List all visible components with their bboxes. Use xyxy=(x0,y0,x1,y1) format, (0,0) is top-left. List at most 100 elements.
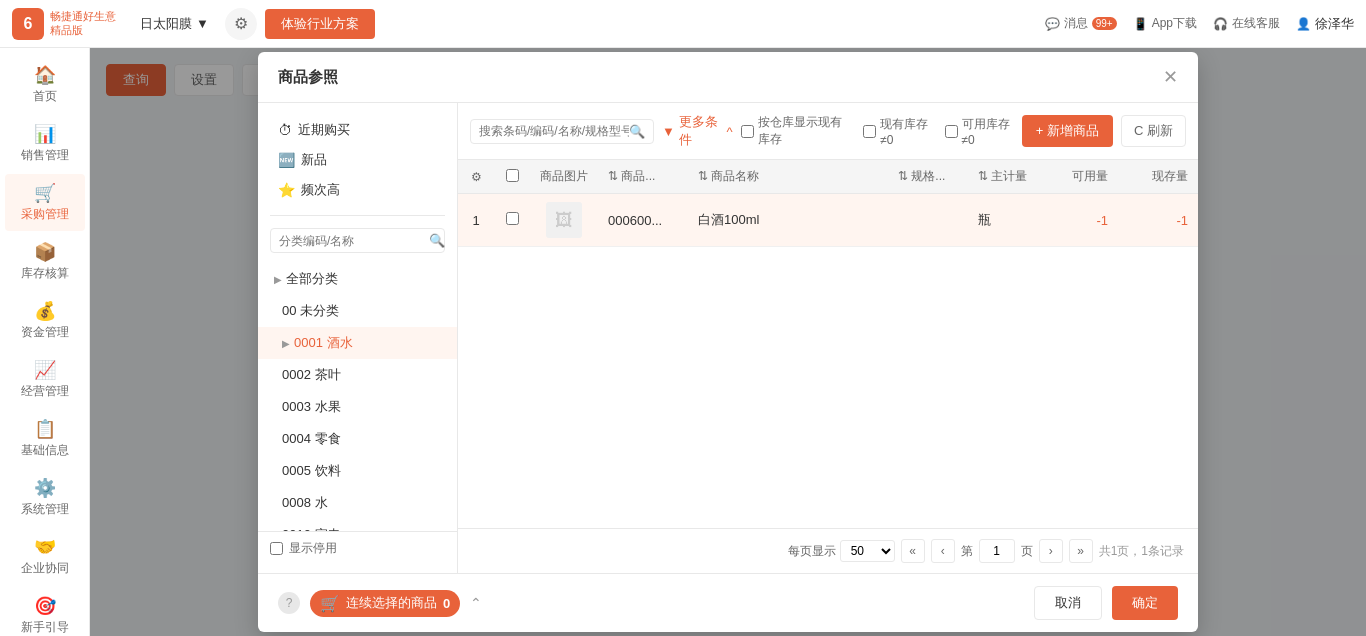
category-fruit[interactable]: 0003 水果 xyxy=(258,391,457,423)
product-reference-dialog: 商品参照 ✕ ⏱ 近期购买 🆕 新 xyxy=(258,52,1198,632)
app-download-nav-item[interactable]: 📱 App下载 xyxy=(1133,15,1197,32)
show-disabled-label: 显示停用 xyxy=(289,540,337,557)
store-selector[interactable]: 日太阳膜 ▼ xyxy=(132,11,217,37)
operations-icon: 📈 xyxy=(34,359,56,381)
category-beverage[interactable]: 0005 饮料 xyxy=(258,455,457,487)
col-settings: ⚙ xyxy=(458,160,494,194)
dialog-close-button[interactable]: ✕ xyxy=(1163,66,1178,88)
sidebar-item-finance[interactable]: 💰 资金管理 xyxy=(5,292,85,349)
search-input-wrap: 🔍 xyxy=(470,119,654,144)
basic-info-icon: 📋 xyxy=(34,418,56,440)
available-checkbox[interactable] xyxy=(863,125,876,138)
page-size-select[interactable]: 50 100 200 xyxy=(840,540,895,562)
select-all-checkbox[interactable] xyxy=(506,169,519,182)
usable-label: 可用库存≠0 xyxy=(962,116,1014,147)
usable-checkbox[interactable] xyxy=(945,125,958,138)
sidebar-item-sales[interactable]: 📊 销售管理 xyxy=(5,115,85,172)
show-disabled-checkbox[interactable] xyxy=(270,542,283,555)
quick-high-frequency[interactable]: ⭐ 频次高 xyxy=(270,175,445,205)
dialog-header: 商品参照 ✕ xyxy=(258,52,1198,103)
col-name-header[interactable]: ⇅ 商品名称 xyxy=(688,160,888,194)
page-size-wrap: 每页显示 50 100 200 xyxy=(788,540,895,562)
messages-nav-item[interactable]: 💬 消息 99+ xyxy=(1045,15,1117,32)
category-search-icon: 🔍 xyxy=(429,233,445,248)
sidebar-label-enterprise: 企业协同 xyxy=(21,560,69,577)
search-bar: 🔍 ▼ 更多条件 ^ 按仓库显示现有库存 xyxy=(458,103,1198,160)
phone-icon: 📱 xyxy=(1133,17,1148,31)
row-code-cell: 000600... xyxy=(598,194,688,247)
category-unclassified-label: 00 未分类 xyxy=(282,302,339,320)
category-water[interactable]: 0008 水 xyxy=(258,487,457,519)
category-tea[interactable]: 0002 茶叶 xyxy=(258,359,457,391)
sidebar-label-purchase: 采购管理 xyxy=(21,206,69,223)
row-index: 1 xyxy=(458,194,494,247)
prev-page-button[interactable]: ‹ xyxy=(931,539,955,563)
page-unit: 页 xyxy=(1021,543,1033,560)
category-unclassified[interactable]: 00 未分类 xyxy=(258,295,457,327)
col-code-header[interactable]: ⇅ 商品... xyxy=(598,160,688,194)
trial-button[interactable]: 体验行业方案 xyxy=(265,9,375,39)
warehouse-filter[interactable]: 按仓库显示现有库存 xyxy=(741,114,852,148)
category-search-wrap: 🔍 xyxy=(270,228,445,253)
sidebar-item-enterprise[interactable]: 🤝 企业协同 xyxy=(5,528,85,585)
page-input[interactable] xyxy=(979,539,1015,563)
first-page-button[interactable]: « xyxy=(901,539,925,563)
warehouse-checkbox[interactable] xyxy=(741,125,754,138)
settings-icon[interactable]: ⚙ xyxy=(471,170,482,184)
category-liquor[interactable]: ▶ 0001 酒水 xyxy=(258,327,457,359)
category-all[interactable]: ▶ 全部分类 xyxy=(258,263,457,295)
product-image: 🖼 xyxy=(546,202,582,238)
quick-access: ⏱ 近期购买 🆕 新品 ⭐ 频次高 xyxy=(258,111,457,209)
product-search-input[interactable] xyxy=(479,124,629,138)
available-filter[interactable]: 现有库存≠0 xyxy=(863,116,932,147)
sort-icon-spec: ⇅ xyxy=(898,169,908,183)
sidebar-item-operations[interactable]: 📈 经营管理 xyxy=(5,351,85,408)
quick-recent-purchase[interactable]: ⏱ 近期购买 xyxy=(270,115,445,145)
sidebar-item-inventory[interactable]: 📦 库存核算 xyxy=(5,233,85,290)
show-disabled-toggle[interactable]: 显示停用 xyxy=(258,531,457,565)
sidebar-item-home[interactable]: 🏠 首页 xyxy=(5,56,85,113)
filter-label: 更多条件 xyxy=(679,113,723,149)
add-product-button[interactable]: + 新增商品 xyxy=(1022,115,1113,147)
refresh-button[interactable]: C 刷新 xyxy=(1121,115,1186,147)
cancel-button[interactable]: 取消 xyxy=(1034,586,1102,620)
content-area: 查询 设置 刷新 商品参照 ✕ ⏱ xyxy=(90,48,1366,636)
sidebar-item-guide[interactable]: 🎯 新手引导 xyxy=(5,587,85,636)
row-checkbox[interactable] xyxy=(506,212,519,225)
username-label: 徐泽华 xyxy=(1315,15,1354,33)
inventory-icon: 📦 xyxy=(34,241,56,263)
category-search-input[interactable] xyxy=(279,234,429,248)
col-spec-header[interactable]: ⇅ 规格... xyxy=(888,160,968,194)
selected-count-badge: 0 xyxy=(443,596,450,611)
sidebar-item-system[interactable]: ⚙️ 系统管理 xyxy=(5,469,85,526)
usable-filter[interactable]: 可用库存≠0 xyxy=(945,116,1014,147)
divider xyxy=(270,215,445,216)
user-nav-item[interactable]: 👤 徐泽华 xyxy=(1296,15,1354,33)
col-stock-header: 现存量 xyxy=(1118,160,1198,194)
col-unit-header[interactable]: ⇅ 主计量 xyxy=(968,160,1038,194)
settings-button[interactable]: ⚙ xyxy=(225,8,257,40)
sidebar-label-guide: 新手引导 xyxy=(21,619,69,636)
cart-selected-wrap[interactable]: 🛒 连续选择的商品 0 xyxy=(310,590,460,617)
quick-label-new: 新品 xyxy=(301,151,327,169)
cart-icon: 🛒 xyxy=(320,594,340,613)
sidebar-item-basic-info[interactable]: 📋 基础信息 xyxy=(5,410,85,467)
category-snack[interactable]: 0004 零食 xyxy=(258,423,457,455)
available-label: 现有库存≠0 xyxy=(880,116,932,147)
quick-new-products[interactable]: 🆕 新品 xyxy=(270,145,445,175)
footer-collapse-icon[interactable]: ⌃ xyxy=(470,595,482,611)
last-page-button[interactable]: » xyxy=(1069,539,1093,563)
category-appliance[interactable]: 0010 家电 xyxy=(258,519,457,531)
next-page-button[interactable]: › xyxy=(1039,539,1063,563)
online-service-nav-item[interactable]: 🎧 在线客服 xyxy=(1213,15,1280,32)
filter-more-button[interactable]: ▼ 更多条件 ^ xyxy=(662,113,733,149)
help-button[interactable]: ? xyxy=(278,592,300,614)
home-icon: 🏠 xyxy=(34,64,56,86)
confirm-button[interactable]: 确定 xyxy=(1112,586,1178,620)
row-checkbox-cell xyxy=(494,194,530,247)
logo-icon: 6 xyxy=(12,8,44,40)
dialog-overlay: 商品参照 ✕ ⏱ 近期购买 🆕 新 xyxy=(90,48,1366,636)
sidebar-item-purchase[interactable]: 🛒 采购管理 xyxy=(5,174,85,231)
table-row[interactable]: 1 🖼 000600... 白酒100ml xyxy=(458,194,1198,247)
finance-icon: 💰 xyxy=(34,300,56,322)
